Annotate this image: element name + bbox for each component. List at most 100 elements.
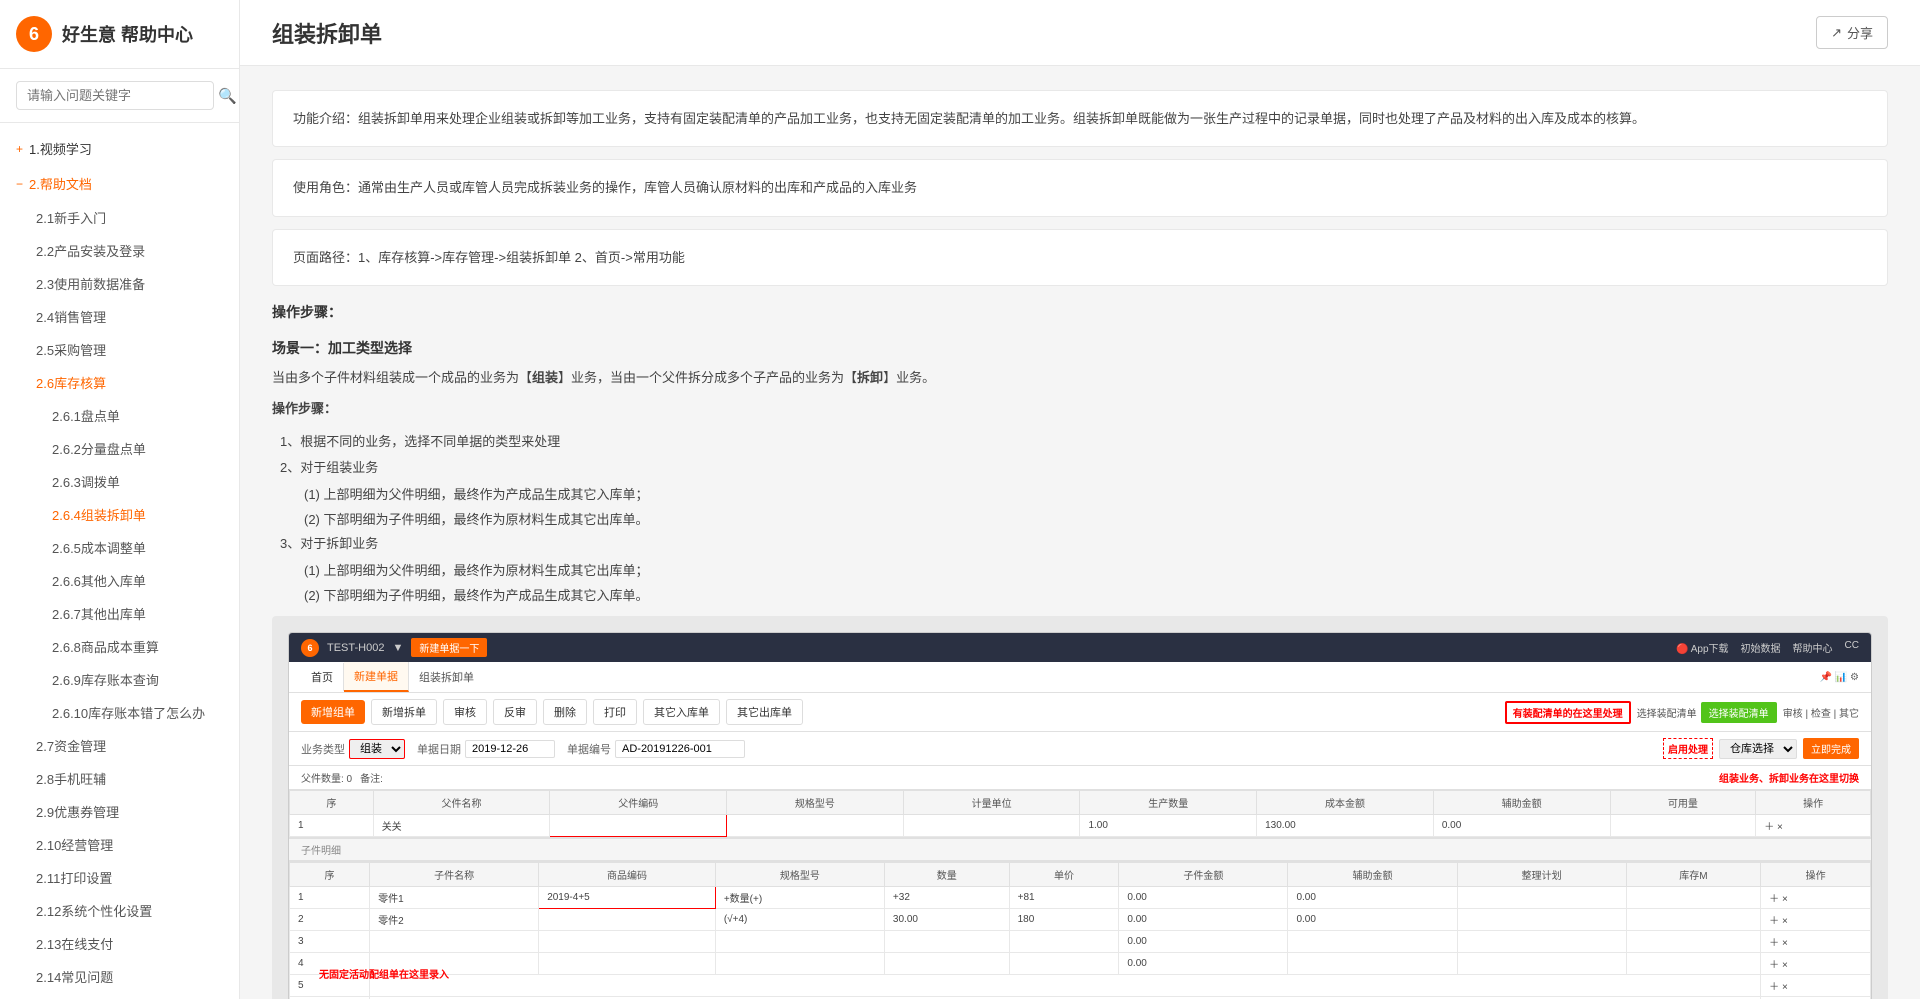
sim-cell-seq: 1 [290,815,374,837]
sim-tab-new[interactable]: 新建单据 [344,662,409,692]
feature-intro-text: 功能介绍：组装拆卸单用来处理企业组装或拆卸等加工业务，支持有固定装配清单的产品加… [293,111,1645,126]
step-3: 3、对于拆卸业务 [280,532,1888,557]
sidebar-item-cost-adjust[interactable]: 2.6.5成本调整单 [0,531,239,564]
search-input[interactable] [16,81,214,110]
sidebar-item-coupon[interactable]: 2.9优惠券管理 [0,795,239,828]
sim-form-date: 单据日期 [417,740,555,758]
sim-col-parent-name: 父件名称 [373,791,550,815]
sim-col-seq: 序 [290,791,374,815]
sidebar-item-assembly[interactable]: 2.6.4组装拆卸单 [0,498,239,531]
sim-type-select[interactable]: 组装 拆卸 [349,739,405,759]
sim-form-no: 单据编号 [567,740,745,758]
sidebar-item-partial-stocktake[interactable]: 2.6.2分量盘点单 [0,432,239,465]
sidebar-item-payment[interactable]: 2.13在线支付 [0,927,239,960]
sidebar-item-sales[interactable]: 2.4销售管理 [0,300,239,333]
sim-sub-col-spec: 规格型号 [715,863,884,887]
step-2-1: (1) 上部明细为父件明细，最终作为产成品生成其它入库单； [280,483,1888,508]
sidebar-logo: 6 好生意 帮助中心 [0,0,239,69]
sim-col-avail: 可用量 [1610,791,1756,815]
sim-callout-enable: 启用处理 [1663,738,1713,759]
sim-confirm-btn[interactable]: 立即完成 [1803,738,1859,759]
sim-app: 6 TEST-H002 ▼ 新建单据一下 🔴 App下载 初始数据 帮助中心 C… [288,632,1872,999]
sidebar-item-label: 1.视频学习 [29,139,92,158]
sidebar-item-purchase[interactable]: 2.5采购管理 [0,333,239,366]
sim-date-input[interactable] [465,740,555,758]
sim-tab-assembly[interactable]: 组装拆卸单 [409,663,484,691]
sim-warehouse-select[interactable]: 仓库选择 [1719,739,1797,759]
sidebar: 6 好生意 帮助中心 🔍 + 1.视频学习 − 2.帮助文档 2.1新手入门 2… [0,0,240,999]
sidebar-item-customize[interactable]: 2.12系统个性化设置 [0,894,239,927]
share-button[interactable]: ↗ 分享 [1816,16,1888,49]
sidebar-item-mobile[interactable]: 2.8手机旺辅 [0,762,239,795]
sim-tab-home[interactable]: 首页 [301,663,344,691]
sidebar-item-cost-recalc[interactable]: 2.6.8商品成本重算 [0,630,239,663]
scenario1-title: 场景一：加工类型选择 [272,338,1888,358]
scenario1-desc: 当由多个子件材料组装成一个成品的业务为【组装】业务，当由一个父件拆分成多个子产品… [272,366,1888,391]
sim-app-id: TEST-H002 [327,642,384,654]
sim-btn-approve[interactable]: 审核 [443,699,487,725]
share-label: 分享 [1847,23,1873,42]
sim-btn-delete[interactable]: 删除 [543,699,587,725]
search-button[interactable]: 🔍 [218,87,237,105]
table-row: 3 0.00＋ × [290,931,1871,953]
sidebar-item-finance[interactable]: 2.7资金管理 [0,729,239,762]
main-header: 组装拆卸单 ↗ 分享 [240,0,1920,66]
sidebar-item-other-out[interactable]: 2.6.7其他出库单 [0,597,239,630]
sim-btn-new-assembly[interactable]: 新增组单 [301,700,365,724]
sim-sub-col-code: 商品编码 [539,863,716,887]
sim-sub-col-stock: 库存M [1626,863,1761,887]
sidebar-item-stock-error[interactable]: 2.6.10库存账本错了怎么办 [0,696,239,729]
sidebar-item-beginner[interactable]: 2.1新手入门 [0,201,239,234]
sim-user: CC [1845,640,1859,655]
path-intro-block: 页面路径：1、库存核算->库存管理->组装拆卸单 2、首页->常用功能 [272,229,1888,286]
sim-sub-col-price: 单价 [1009,863,1119,887]
step-3-1: (1) 上部明细为父件明细，最终作为原材料生成其它出库单； [280,559,1888,584]
sim-sub-col-op: 操作 [1761,863,1871,887]
sim-dropdown-icon: ▼ [392,642,403,654]
sim-cell-unit [903,815,1080,837]
sim-sub-col-qty: 数量 [884,863,1009,887]
sidebar-item-stock-ledger[interactable]: 2.6.9库存账本查询 [0,663,239,696]
sim-parent-table: 序 父件名称 父件编码 规格型号 计量单位 生产数量 成本金额 辅助金额 可用量… [289,790,1871,837]
sidebar-item-cases[interactable]: 2.15操作案例 [0,993,239,999]
sidebar-item-video[interactable]: + 1.视频学习 [0,131,239,166]
brand-name: 好生意 帮助中心 [62,21,193,47]
collapse-icon: − [16,177,23,191]
sidebar-item-print[interactable]: 2.11打印设置 [0,861,239,894]
sim-btn-other-in[interactable]: 其它入库单 [643,699,720,725]
sidebar-item-operations[interactable]: 2.10经营管理 [0,828,239,861]
sim-logo: 6 [301,639,319,657]
sim-callout-top: 有装配清单的在这里处理 [1505,701,1631,724]
step-3-2: (2) 下部明细为子件明细，最终作为产成品生成其它入库单。 [280,584,1888,609]
sidebar-item-install[interactable]: 2.2产品安装及登录 [0,234,239,267]
sim-btn-other-out[interactable]: 其它出库单 [726,699,803,725]
sim-cell-aux-amt: 0.00 [1433,815,1610,837]
sidebar-item-faq[interactable]: 2.14常见问题 [0,960,239,993]
sim-no-input[interactable] [615,740,745,758]
sim-col-unit: 计量单位 [903,791,1080,815]
role-intro-block: 使用角色：通常由生产人员或库管人员完成拆装业务的操作，库管人员确认原材料的出库和… [272,159,1888,216]
step-2: 2、对于组装业务 [280,456,1888,481]
sidebar-item-label: 2.帮助文档 [29,174,92,193]
sidebar-item-other-in[interactable]: 2.6.6其他入库单 [0,564,239,597]
sidebar-item-data-prep[interactable]: 2.3使用前数据准备 [0,267,239,300]
sidebar-item-transfer[interactable]: 2.6.3调拨单 [0,465,239,498]
sim-callout-middle: 组装业务、拆卸业务在这里切换 [1719,770,1859,785]
step-1: 1、根据不同的业务，选择不同单据的类型来处理 [280,430,1888,455]
sim-cell-op: ＋ × [1756,815,1871,837]
feature-intro-block: 功能介绍：组装拆卸单用来处理企业组装或拆卸等加工业务，支持有固定装配清单的产品加… [272,90,1888,147]
sim-btn-new-disassembly[interactable]: 新增拆单 [371,699,437,725]
sim-col-aux: 辅助金额 [1433,791,1610,815]
content-area: 功能介绍：组装拆卸单用来处理企业组装或拆卸等加工业务，支持有固定装配清单的产品加… [240,66,1920,999]
sidebar-item-inventory[interactable]: 2.6库存核算 [0,366,239,399]
sim-cell-spec [727,815,904,837]
sim-cell-cost-amt: 130.00 [1257,815,1434,837]
table-row: 1 零件1 2019-4+5 +数量(+) +32 +81 0.00 0.00 [290,887,1871,909]
sim-btn-unapprove[interactable]: 反审 [493,699,537,725]
sidebar-item-docs[interactable]: − 2.帮助文档 [0,166,239,201]
sim-sub-table-label: 子件明细 [301,842,341,857]
table-row: 4 0.00＋ × [290,953,1871,975]
sim-bom-btn[interactable]: 选择装配清单 [1701,702,1777,723]
sidebar-item-stocktake[interactable]: 2.6.1盘点单 [0,399,239,432]
sim-btn-print[interactable]: 打印 [593,699,637,725]
